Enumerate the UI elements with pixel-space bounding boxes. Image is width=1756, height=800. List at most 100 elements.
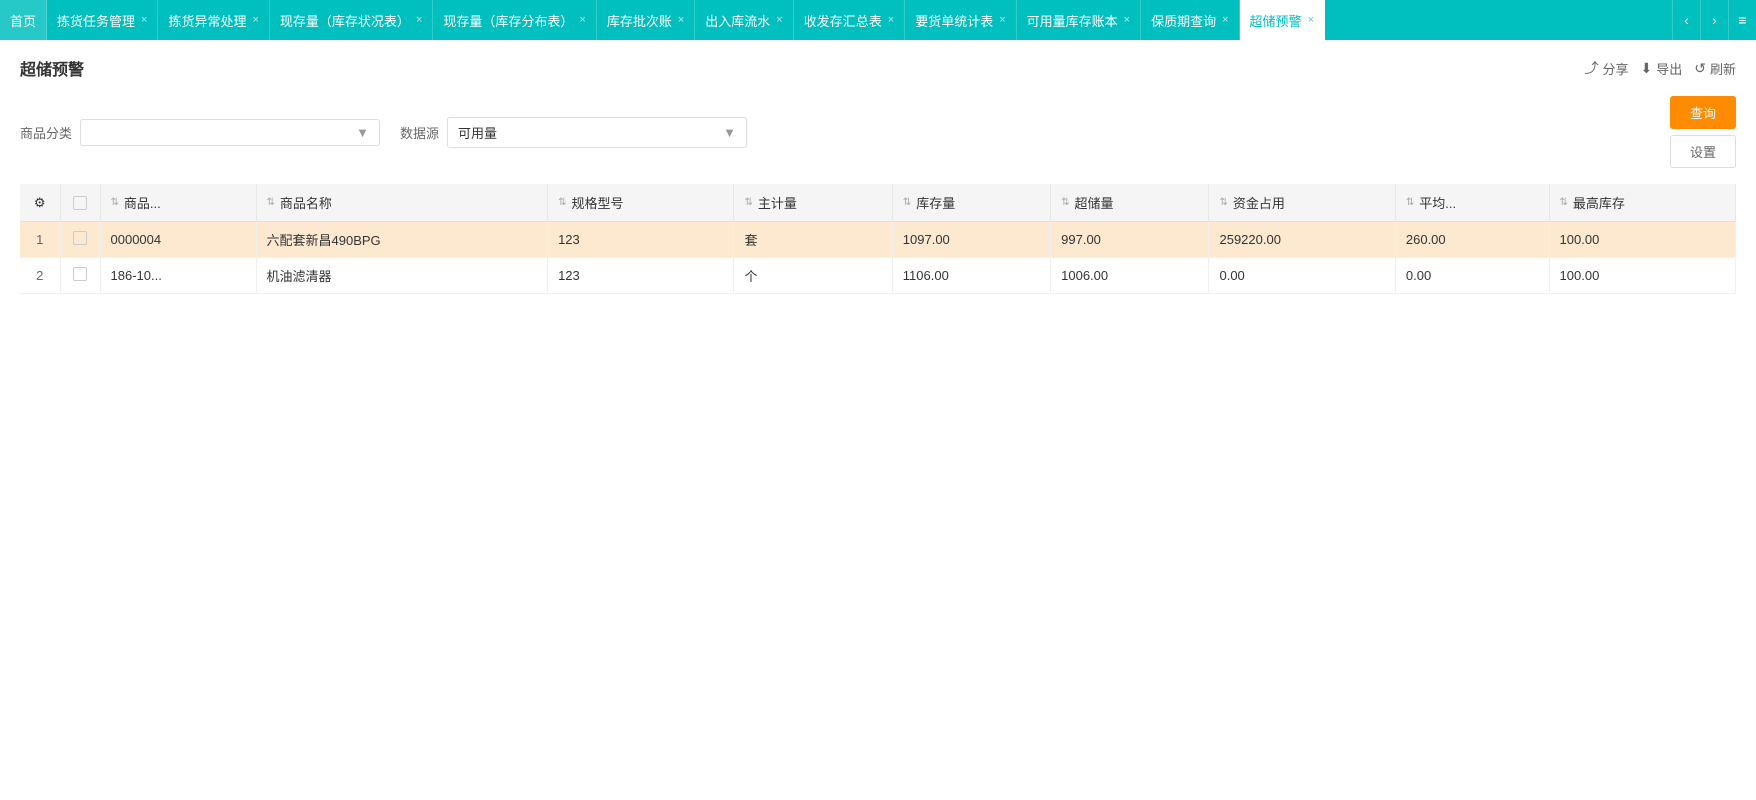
nav-menu-button[interactable]: ≡ [1728, 0, 1756, 40]
row-capital: 0.00 [1209, 258, 1395, 294]
table-header-row: ⚙ ⇅ 商品... ⇅ 商品名称 [20, 184, 1736, 222]
row-select-checkbox[interactable] [73, 231, 87, 245]
share-button[interactable]: ⤴ 分享 [1584, 58, 1628, 78]
close-icon[interactable]: × [678, 14, 684, 26]
datasource-filter: 数据源 可用量 ▼ [400, 117, 747, 148]
col-unit[interactable]: ⇅ 主计量 [734, 184, 892, 222]
sort-icon: ⇅ [903, 197, 911, 208]
close-icon[interactable]: × [1222, 14, 1228, 26]
data-table: ⚙ ⇅ 商品... ⇅ 商品名称 [20, 184, 1736, 294]
chevron-down-icon: ▼ [356, 125, 369, 140]
sort-icon: ⇅ [744, 197, 752, 208]
row-product-name: 机油滤清器 [256, 258, 548, 294]
row-checkbox[interactable] [60, 258, 100, 294]
row-product-code: 186-10... [100, 258, 256, 294]
row-select-checkbox[interactable] [73, 267, 87, 281]
row-avg: 260.00 [1395, 222, 1549, 258]
gear-header[interactable]: ⚙ [20, 184, 60, 222]
query-button[interactable]: 查询 [1670, 96, 1736, 129]
row-stock: 1097.00 [892, 222, 1050, 258]
datasource-select[interactable]: 可用量 ▼ [447, 117, 747, 148]
row-max-stock: 100.00 [1549, 258, 1735, 294]
nav-pick-exception[interactable]: 拣货异常处理 × [158, 0, 269, 40]
row-overstock: 1006.00 [1051, 258, 1209, 294]
table-header: ⚙ ⇅ 商品... ⇅ 商品名称 [20, 184, 1736, 222]
row-spec: 123 [548, 258, 734, 294]
category-select[interactable]: ▼ [80, 119, 380, 146]
col-stock[interactable]: ⇅ 库存量 [892, 184, 1050, 222]
sort-icon: ⇅ [1406, 197, 1414, 208]
nav-available-stock[interactable]: 可用量库存账本 × [1017, 0, 1141, 40]
nav-overstock-warning[interactable]: 超储预警 × [1240, 0, 1325, 40]
row-spec: 123 [548, 222, 734, 258]
col-capital[interactable]: ⇅ 资金占用 [1209, 184, 1395, 222]
sort-icon: ⇅ [1061, 197, 1069, 208]
close-icon[interactable]: × [999, 14, 1005, 26]
row-overstock: 997.00 [1051, 222, 1209, 258]
datasource-value: 可用量 [458, 123, 497, 142]
col-product-name[interactable]: ⇅ 商品名称 [256, 184, 548, 222]
close-icon[interactable]: × [416, 14, 422, 26]
gear-icon: ⚙ [34, 195, 46, 211]
nav-order-stat[interactable]: 要货单统计表 × [905, 0, 1016, 40]
row-capital: 259220.00 [1209, 222, 1395, 258]
close-icon[interactable]: × [579, 14, 585, 26]
col-spec[interactable]: ⇅ 规格型号 [548, 184, 734, 222]
row-unit: 套 [734, 222, 892, 258]
page-title: 超储预警 [20, 56, 84, 80]
page-header: 超储预警 ⤴ 分享 ⬇ 导出 ↺ 刷新 [20, 56, 1736, 80]
sort-icon: ⇅ [111, 197, 119, 208]
col-avg[interactable]: ⇅ 平均... [1395, 184, 1549, 222]
row-unit: 个 [734, 258, 892, 294]
nav-batch-account[interactable]: 库存批次账 × [597, 0, 695, 40]
page-content: 超储预警 ⤴ 分享 ⬇ 导出 ↺ 刷新 商品分类 ▼ 数据源 [0, 40, 1756, 800]
close-icon[interactable]: × [252, 14, 258, 26]
table-row: 2186-10...机油滤清器123个1106.001006.000.000.0… [20, 258, 1736, 294]
sort-icon: ⇅ [1560, 197, 1568, 208]
close-icon[interactable]: × [776, 14, 782, 26]
table-row: 10000004六配套新昌490BPG123套1097.00997.002592… [20, 222, 1736, 258]
close-icon[interactable]: × [1308, 14, 1314, 26]
sort-icon: ⇅ [267, 197, 275, 208]
nav-summary[interactable]: 收发存汇总表 × [794, 0, 905, 40]
checkbox-header[interactable] [60, 184, 100, 222]
top-navigation: 首页 拣货任务管理 × 拣货异常处理 × 现存量（库存状况表） × 现存量（库存… [0, 0, 1756, 40]
row-product-code: 0000004 [100, 222, 256, 258]
datasource-label: 数据源 [400, 123, 439, 142]
nav-home[interactable]: 首页 [0, 0, 47, 40]
category-label: 商品分类 [20, 123, 72, 142]
nav-inout-flow[interactable]: 出入库流水 × [695, 0, 793, 40]
select-all-checkbox[interactable] [73, 196, 87, 210]
filter-row: 商品分类 ▼ 数据源 可用量 ▼ 查询 设置 [20, 96, 1736, 168]
col-overstock[interactable]: ⇅ 超储量 [1051, 184, 1209, 222]
nav-next-button[interactable]: › [1700, 0, 1728, 40]
nav-stock-dist[interactable]: 现存量（库存分布表） × [433, 0, 596, 40]
row-checkbox[interactable] [60, 222, 100, 258]
nav-pick-task[interactable]: 拣货任务管理 × [47, 0, 158, 40]
chevron-down-icon: ▼ [723, 125, 736, 140]
nav-quality-check[interactable]: 保质期查询 × [1141, 0, 1239, 40]
filter-buttons: 查询 设置 [1670, 96, 1736, 168]
close-icon[interactable]: × [1124, 14, 1130, 26]
export-button[interactable]: ⬇ 导出 [1641, 59, 1683, 78]
col-max-stock[interactable]: ⇅ 最高库存 [1549, 184, 1735, 222]
page-actions: ⤴ 分享 ⬇ 导出 ↺ 刷新 [1584, 58, 1736, 78]
share-icon: ⤴ [1584, 58, 1598, 78]
sort-icon: ⇅ [1219, 197, 1227, 208]
settings-button[interactable]: 设置 [1670, 135, 1736, 168]
col-product-code[interactable]: ⇅ 商品... [100, 184, 256, 222]
nav-stock-status[interactable]: 现存量（库存状况表） × [270, 0, 433, 40]
row-stock: 1106.00 [892, 258, 1050, 294]
close-icon[interactable]: × [888, 14, 894, 26]
row-avg: 0.00 [1395, 258, 1549, 294]
nav-arrows: ‹ › ≡ [1672, 0, 1756, 40]
category-filter: 商品分类 ▼ [20, 119, 380, 146]
nav-prev-button[interactable]: ‹ [1672, 0, 1700, 40]
export-icon: ⬇ [1641, 60, 1653, 77]
row-index: 1 [20, 222, 60, 258]
sort-icon: ⇅ [558, 197, 566, 208]
table-body: 10000004六配套新昌490BPG123套1097.00997.002592… [20, 222, 1736, 294]
close-icon[interactable]: × [141, 14, 147, 26]
row-max-stock: 100.00 [1549, 222, 1735, 258]
refresh-button[interactable]: ↺ 刷新 [1694, 59, 1736, 78]
